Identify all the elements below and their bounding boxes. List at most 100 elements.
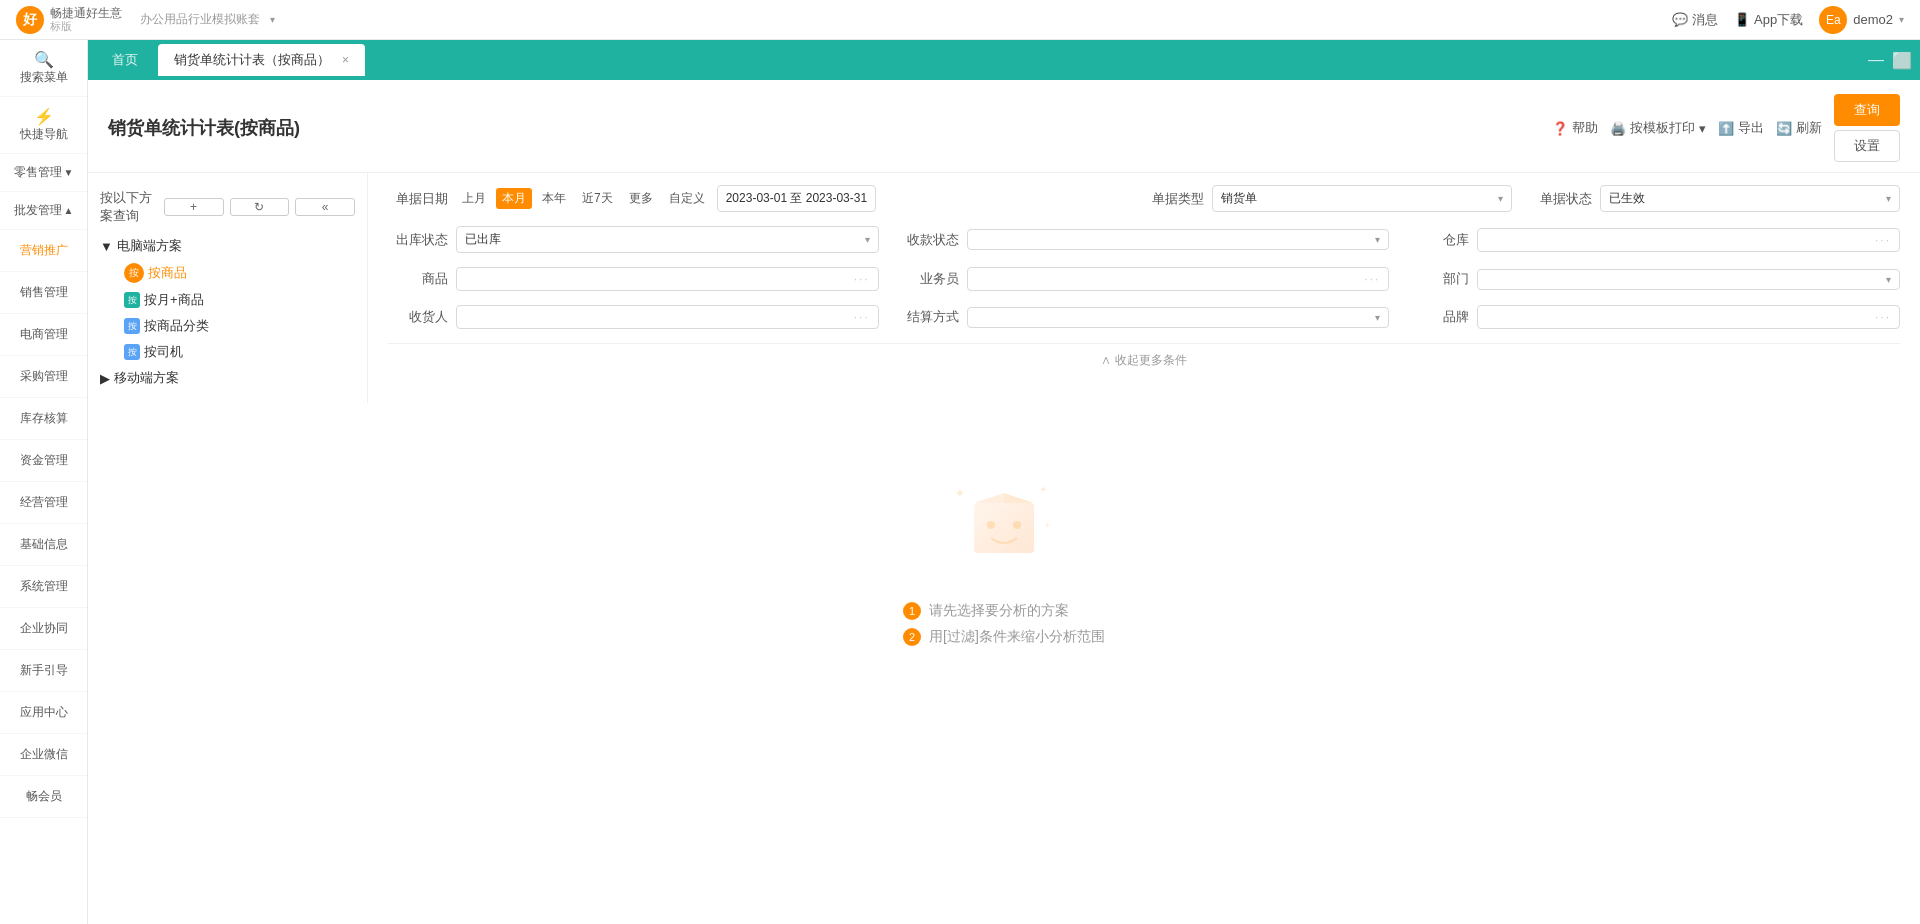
empty-state: ✦ ✦ ✦ 1 请先选择要分析的方案 2 用[过滤]条件来缩小分析范围 bbox=[88, 403, 1920, 714]
sidebar-item-enterprise[interactable]: 企业协同 bbox=[0, 608, 87, 650]
dept-select[interactable]: ▾ bbox=[1477, 269, 1900, 290]
user-menu[interactable]: Ea demo2 ▾ bbox=[1819, 6, 1904, 34]
doc-status-select[interactable]: 已生效 ▾ bbox=[1600, 185, 1900, 212]
tree-item-by-month-goods[interactable]: 按 按月+商品 bbox=[88, 287, 367, 313]
print-icon: 🖨️ bbox=[1610, 121, 1626, 136]
collapse-filters-button[interactable]: ∧ 收起更多条件 bbox=[388, 343, 1900, 377]
shortcut-this-year[interactable]: 本年 bbox=[536, 188, 572, 209]
help-button[interactable]: ❓ 帮助 bbox=[1552, 119, 1598, 137]
filter-brand: 品牌 ··· bbox=[1409, 305, 1900, 329]
sidebar-item-member[interactable]: 畅会员 bbox=[0, 776, 87, 818]
filter-receiver: 收货人 ··· bbox=[388, 305, 879, 329]
warehouse-dots-icon[interactable]: ··· bbox=[1875, 233, 1891, 247]
goods-input[interactable]: ··· bbox=[456, 267, 879, 291]
receiver-dots-icon[interactable]: ··· bbox=[854, 310, 870, 324]
shortcut-7days[interactable]: 近7天 bbox=[576, 188, 619, 209]
avatar: Ea bbox=[1819, 6, 1847, 34]
shortcut-last-month[interactable]: 上月 bbox=[456, 188, 492, 209]
pay-status-arrow: ▾ bbox=[1375, 234, 1380, 245]
add-scheme-button[interactable]: + bbox=[164, 198, 224, 216]
out-status-select[interactable]: 已出库 ▾ bbox=[456, 226, 879, 253]
help-icon: ❓ bbox=[1552, 121, 1568, 136]
print-button[interactable]: 🖨️ 按模板打印 ▾ bbox=[1610, 119, 1706, 137]
pay-status-label: 收款状态 bbox=[899, 231, 959, 249]
settlement-arrow: ▾ bbox=[1375, 312, 1380, 323]
tree-pc-section[interactable]: ▼ 电脑端方案 bbox=[88, 233, 367, 259]
filter-scheme-panel: 按以下方案查询 + ↻ « ▼ 电脑端方案 按 按商品 bbox=[88, 173, 368, 403]
goods-label: 商品 bbox=[388, 270, 448, 288]
tab-minimize-icon[interactable]: — bbox=[1868, 51, 1884, 69]
sidebar-item-wholesale[interactable]: 批发管理 ▲ bbox=[0, 192, 87, 230]
user-dropdown-arrow[interactable]: ▾ bbox=[1899, 14, 1904, 25]
sidebar-item-operations[interactable]: 经营管理 bbox=[0, 482, 87, 524]
sidebar-item-retail[interactable]: 零售管理 ▼ bbox=[0, 154, 87, 192]
salesperson-dots-icon[interactable]: ··· bbox=[1364, 272, 1380, 286]
sidebar-item-purchase[interactable]: 采购管理 bbox=[0, 356, 87, 398]
goods-dots-icon[interactable]: ··· bbox=[854, 272, 870, 286]
print-dropdown-icon[interactable]: ▾ bbox=[1699, 121, 1706, 136]
top-bar-left: 好 畅捷通好生意 标版 办公用品行业模拟账套 ▾ bbox=[16, 6, 275, 34]
tree-item-by-driver[interactable]: 按 按司机 bbox=[88, 339, 367, 365]
filter-scheme-header: 按以下方案查询 + ↻ « bbox=[88, 185, 367, 233]
brand-input[interactable]: ··· bbox=[1477, 305, 1900, 329]
active-scheme-icon: 按 bbox=[124, 263, 144, 283]
doc-status-arrow: ▾ bbox=[1886, 193, 1891, 204]
wholesale-expand-icon: ▲ bbox=[64, 205, 74, 216]
receiver-input[interactable]: ··· bbox=[456, 305, 879, 329]
doc-type-select[interactable]: 销货单 ▾ bbox=[1212, 185, 1512, 212]
filter-warehouse: 仓库 ··· bbox=[1409, 228, 1900, 252]
sidebar-item-wechat[interactable]: 企业微信 bbox=[0, 734, 87, 776]
query-button[interactable]: 查询 bbox=[1834, 94, 1900, 126]
sidebar-item-ecommerce[interactable]: 电商管理 bbox=[0, 314, 87, 356]
refresh-button[interactable]: 🔄 刷新 bbox=[1776, 119, 1822, 137]
receiver-control: ··· bbox=[456, 305, 879, 329]
tree-item-by-goods[interactable]: 按 按商品 bbox=[88, 259, 367, 287]
tab-active[interactable]: 销货单统计计表（按商品） × bbox=[158, 44, 365, 76]
warehouse-input[interactable]: ··· bbox=[1477, 228, 1900, 252]
filter-row-3: 商品 ··· 业务员 bbox=[388, 267, 1900, 291]
brand-dots-icon[interactable]: ··· bbox=[1875, 310, 1891, 324]
sidebar-item-sales[interactable]: 销售管理 bbox=[0, 272, 87, 314]
salesperson-input[interactable]: ··· bbox=[967, 267, 1390, 291]
empty-steps: 1 请先选择要分析的方案 2 用[过滤]条件来缩小分析范围 bbox=[903, 602, 1105, 654]
pay-status-select[interactable]: ▾ bbox=[967, 229, 1390, 250]
tree-mobile-section[interactable]: ▶ 移动端方案 bbox=[88, 365, 367, 391]
date-range-picker[interactable]: 2023-03-01 至 2023-03-31 bbox=[717, 185, 876, 212]
sidebar-item-marketing[interactable]: 营销推广 bbox=[0, 230, 87, 272]
sidebar-item-quicknav[interactable]: ⚡ 快捷导航 bbox=[0, 97, 87, 154]
refresh-scheme-button[interactable]: ↻ bbox=[230, 198, 290, 216]
tab-home[interactable]: 首页 bbox=[96, 44, 154, 76]
dept-label: 部门 bbox=[1409, 270, 1469, 288]
tab-close-icon[interactable]: × bbox=[342, 53, 349, 67]
sidebar-item-basic[interactable]: 基础信息 bbox=[0, 524, 87, 566]
sidebar-item-finance[interactable]: 资金管理 bbox=[0, 440, 87, 482]
svg-marker-2 bbox=[1004, 493, 1034, 503]
page-actions: ❓ 帮助 🖨️ 按模板打印 ▾ ⬆️ 导出 🔄 刷新 bbox=[1552, 94, 1900, 162]
tree-item-by-goods-category[interactable]: 按 按商品分类 bbox=[88, 313, 367, 339]
app-download-button[interactable]: 📱 App下载 bbox=[1734, 11, 1803, 29]
sidebar-item-appstore[interactable]: 应用中心 bbox=[0, 692, 87, 734]
sidebar-item-system[interactable]: 系统管理 bbox=[0, 566, 87, 608]
top-bar-right: 💬 消息 📱 App下载 Ea demo2 ▾ bbox=[1672, 6, 1904, 34]
settings-button[interactable]: 设置 bbox=[1834, 130, 1900, 162]
collapse-scheme-button[interactable]: « bbox=[295, 198, 355, 216]
sidebar-item-newguide[interactable]: 新手引导 bbox=[0, 650, 87, 692]
sidebar-item-inventory[interactable]: 库存核算 bbox=[0, 398, 87, 440]
shortcut-more[interactable]: 更多 bbox=[623, 188, 659, 209]
sidebar-item-search[interactable]: 🔍 搜索菜单 bbox=[0, 40, 87, 97]
tab-bar: 首页 销货单统计计表（按商品） × — ⬜ bbox=[88, 40, 1920, 80]
svg-marker-1 bbox=[974, 493, 1004, 503]
filter-doc-type: 单据类型 销货单 ▾ bbox=[1144, 185, 1512, 212]
brand-control: ··· bbox=[1477, 305, 1900, 329]
svg-text:✦: ✦ bbox=[1044, 521, 1051, 530]
shortcut-this-month[interactable]: 本月 bbox=[496, 188, 532, 209]
message-button[interactable]: 💬 消息 bbox=[1672, 11, 1718, 29]
retail-expand-icon: ▼ bbox=[64, 167, 74, 178]
tab-maximize-icon[interactable]: ⬜ bbox=[1892, 51, 1912, 70]
shortcut-custom[interactable]: 自定义 bbox=[663, 188, 711, 209]
industry-dropdown-arrow[interactable]: ▾ bbox=[270, 14, 275, 25]
out-status-arrow: ▾ bbox=[865, 234, 870, 245]
logo-text: 畅捷通好生意 标版 bbox=[50, 6, 122, 34]
settlement-select[interactable]: ▾ bbox=[967, 307, 1390, 328]
export-button[interactable]: ⬆️ 导出 bbox=[1718, 119, 1764, 137]
